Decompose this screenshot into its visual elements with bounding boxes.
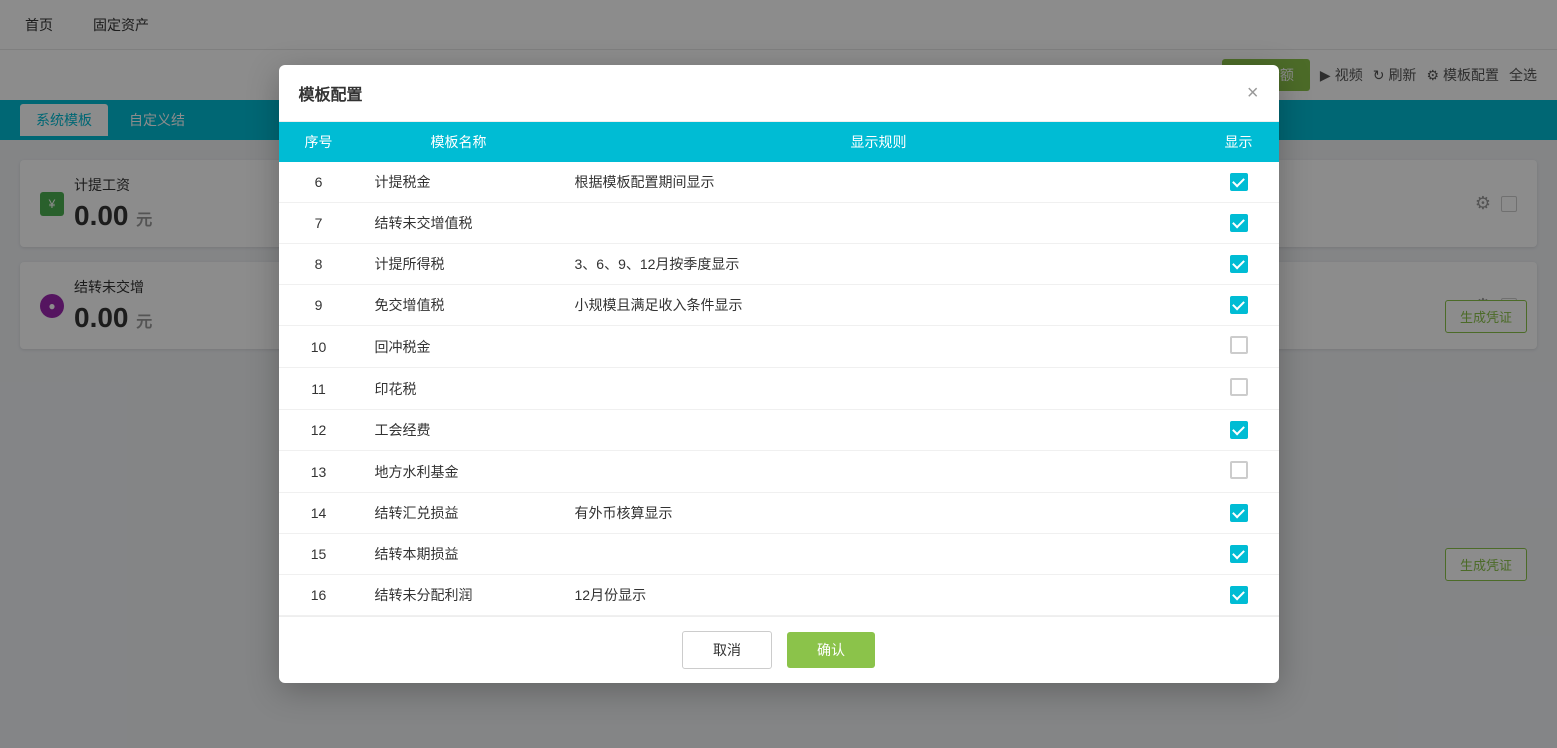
checkbox-1[interactable] (1230, 214, 1248, 232)
cell-seq: 6 (279, 162, 359, 203)
cell-seq: 11 (279, 368, 359, 410)
col-header-rule: 显示规则 (559, 122, 1199, 162)
cell-name: 回冲税金 (359, 326, 559, 368)
table-row: 10回冲税金 (279, 326, 1279, 368)
cell-seq: 16 (279, 575, 359, 616)
table-row: 14结转汇兑损益有外币核算显示 (279, 493, 1279, 534)
table-row: 11印花税 (279, 368, 1279, 410)
checkbox-9[interactable] (1230, 545, 1248, 563)
config-table: 序号 模板名称 显示规则 显示 6计提税金根据模板配置期间显示7结转未交增值税8… (279, 122, 1279, 616)
cell-name: 结转汇兑损益 (359, 493, 559, 534)
cell-checkbox[interactable] (1199, 368, 1279, 410)
modal-header: 模板配置 × (279, 65, 1279, 122)
modal-overlay: 模板配置 × 序号 模板名称 显示规则 显示 6计提税金根据模板配置期间显示7结… (0, 0, 1557, 748)
cell-checkbox[interactable] (1199, 162, 1279, 203)
cell-rule: 根据模板配置期间显示 (559, 162, 1199, 203)
cell-checkbox[interactable] (1199, 534, 1279, 575)
cell-name: 结转未交增值税 (359, 203, 559, 244)
cell-rule: 3、6、9、12月按季度显示 (559, 244, 1199, 285)
cell-rule (559, 368, 1199, 410)
cell-rule (559, 326, 1199, 368)
cell-name: 地方水利基金 (359, 451, 559, 493)
modal-close-button[interactable]: × (1247, 83, 1259, 103)
modal-title: 模板配置 (299, 81, 363, 105)
col-header-name: 模板名称 (359, 122, 559, 162)
cell-rule (559, 203, 1199, 244)
cell-name: 结转未分配利润 (359, 575, 559, 616)
cell-seq: 12 (279, 410, 359, 451)
table-row: 6计提税金根据模板配置期间显示 (279, 162, 1279, 203)
table-row: 13地方水利基金 (279, 451, 1279, 493)
cell-checkbox[interactable] (1199, 410, 1279, 451)
cell-rule: 有外币核算显示 (559, 493, 1199, 534)
cell-checkbox[interactable] (1199, 203, 1279, 244)
checkbox-0[interactable] (1230, 173, 1248, 191)
checkbox-10[interactable] (1230, 586, 1248, 604)
cell-seq: 15 (279, 534, 359, 575)
cell-name: 免交增值税 (359, 285, 559, 326)
cell-checkbox[interactable] (1199, 244, 1279, 285)
cell-seq: 7 (279, 203, 359, 244)
cell-rule: 小规模且满足收入条件显示 (559, 285, 1199, 326)
table-row: 15结转本期损益 (279, 534, 1279, 575)
table-row: 9免交增值税小规模且满足收入条件显示 (279, 285, 1279, 326)
table-row: 8计提所得税3、6、9、12月按季度显示 (279, 244, 1279, 285)
cell-rule (559, 534, 1199, 575)
cell-rule (559, 451, 1199, 493)
cell-checkbox[interactable] (1199, 285, 1279, 326)
modal-footer: 取消 确认 (279, 616, 1279, 683)
cell-seq: 10 (279, 326, 359, 368)
cell-rule (559, 410, 1199, 451)
cell-checkbox[interactable] (1199, 575, 1279, 616)
cell-seq: 14 (279, 493, 359, 534)
checkbox-2[interactable] (1230, 255, 1248, 273)
cell-rule: 12月份显示 (559, 575, 1199, 616)
cell-checkbox[interactable] (1199, 451, 1279, 493)
table-row: 16结转未分配利润12月份显示 (279, 575, 1279, 616)
checkbox-5[interactable] (1230, 378, 1248, 396)
checkbox-8[interactable] (1230, 504, 1248, 522)
col-header-seq: 序号 (279, 122, 359, 162)
table-header-row: 序号 模板名称 显示规则 显示 (279, 122, 1279, 162)
cell-name: 计提所得税 (359, 244, 559, 285)
checkbox-3[interactable] (1230, 296, 1248, 314)
checkbox-7[interactable] (1230, 461, 1248, 479)
cell-name: 结转本期损益 (359, 534, 559, 575)
cell-seq: 8 (279, 244, 359, 285)
cell-checkbox[interactable] (1199, 493, 1279, 534)
cell-seq: 13 (279, 451, 359, 493)
checkbox-4[interactable] (1230, 336, 1248, 354)
modal-dialog: 模板配置 × 序号 模板名称 显示规则 显示 6计提税金根据模板配置期间显示7结… (279, 65, 1279, 683)
confirm-button[interactable]: 确认 (787, 632, 875, 668)
cell-name: 印花税 (359, 368, 559, 410)
cell-name: 工会经费 (359, 410, 559, 451)
table-row: 12工会经费 (279, 410, 1279, 451)
cell-name: 计提税金 (359, 162, 559, 203)
modal-body: 序号 模板名称 显示规则 显示 6计提税金根据模板配置期间显示7结转未交增值税8… (279, 122, 1279, 616)
checkbox-6[interactable] (1230, 421, 1248, 439)
col-header-show: 显示 (1199, 122, 1279, 162)
cell-seq: 9 (279, 285, 359, 326)
table-row: 7结转未交增值税 (279, 203, 1279, 244)
cell-checkbox[interactable] (1199, 326, 1279, 368)
cancel-button[interactable]: 取消 (682, 631, 772, 669)
